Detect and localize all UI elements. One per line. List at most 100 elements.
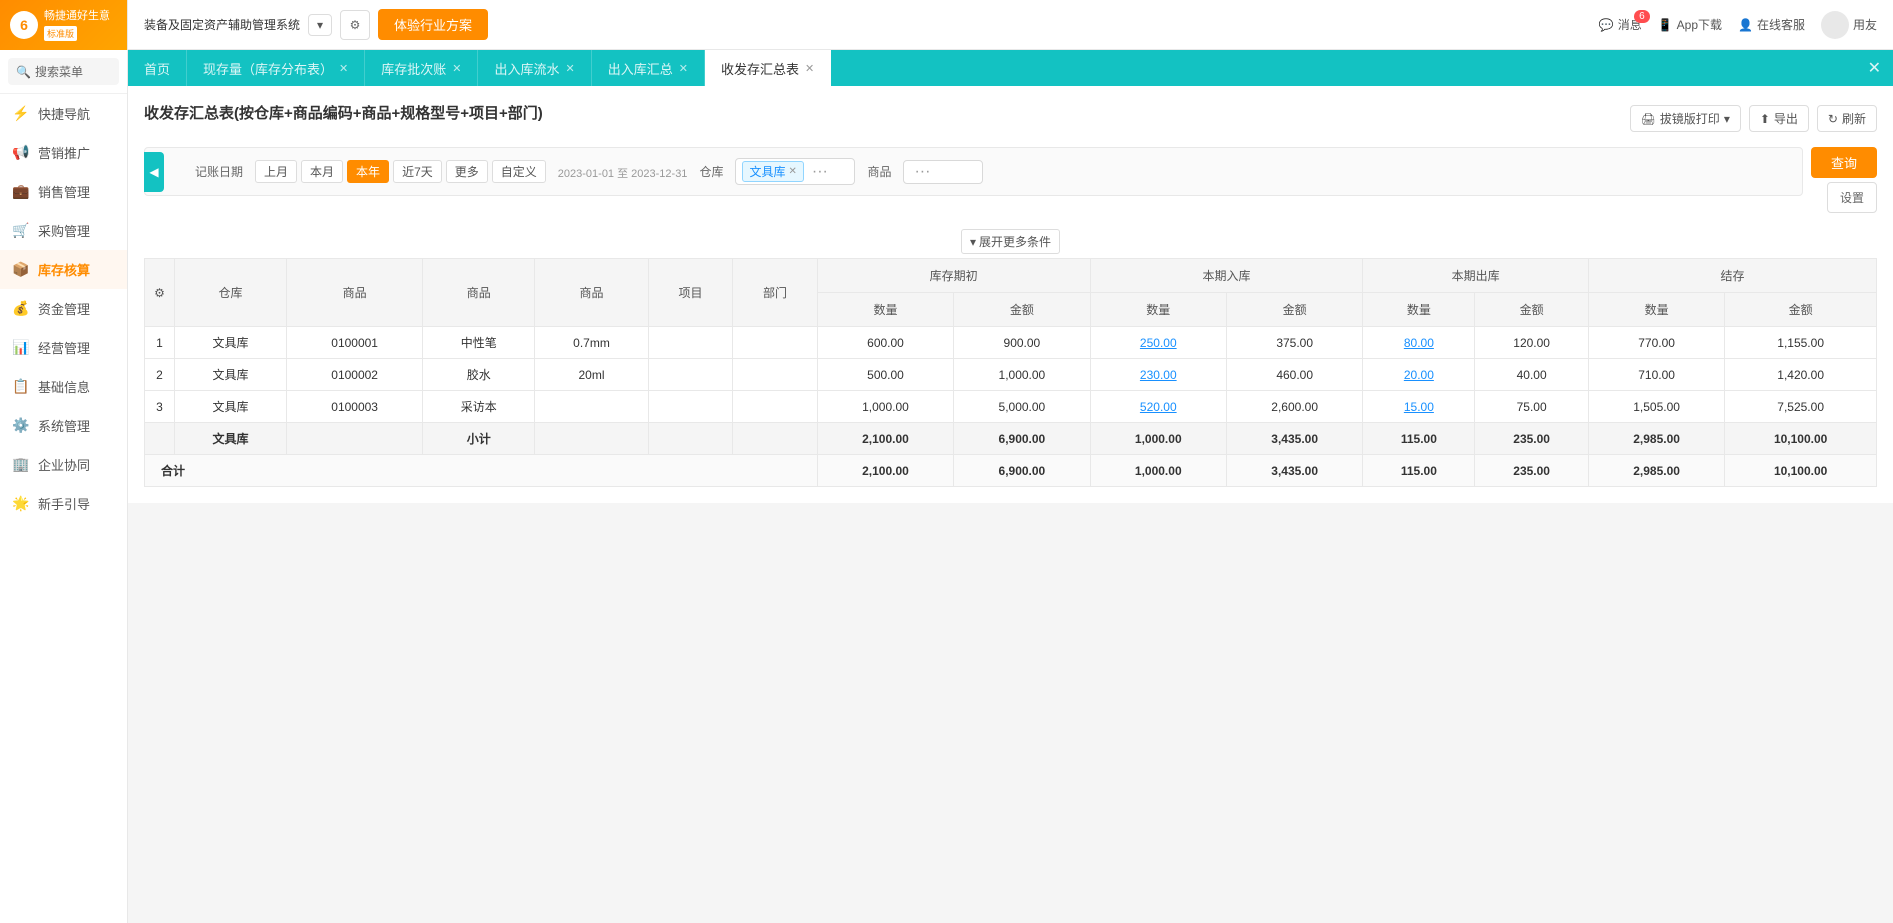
cell-open-amt: 900.00 [954,327,1090,359]
filter-toggle-button[interactable]: ◀ [144,152,164,192]
sidebar-item-label: 系统管理 [38,416,90,435]
th-code: 商品 [286,259,422,327]
th-opening-amt: 金额 [954,293,1090,327]
trial-button[interactable]: 体验行业方案 [378,9,488,40]
cell-out-qty[interactable]: 20.00 [1363,359,1475,391]
sidebar-item-sales[interactable]: 💼 销售管理 [0,172,127,211]
cell-code: 0100003 [286,391,422,423]
settings-button[interactable]: ⚙ [340,10,370,40]
cell-open-amt: 6,900.00 [954,423,1090,455]
cell-in-qty[interactable]: 230.00 [1090,359,1226,391]
cell-no: 3 [145,391,175,423]
sidebar-item-inventory[interactable]: 📦 库存核算 [0,250,127,289]
goods-filter[interactable]: ··· [903,160,983,184]
search-icon: 🔍 [16,65,31,79]
footer-in-amt: 3,435.00 [1226,455,1362,487]
settings-icon: ⚙ [350,18,361,32]
expand-conditions-button[interactable]: ▾ 展开更多条件 [961,229,1060,254]
print-button[interactable]: 🖨 拔镜版打印 ▾ [1630,105,1741,132]
sidebar-item-basic-info[interactable]: 📋 基础信息 [0,367,127,406]
tab-in-out-flow-close[interactable]: ✕ [566,62,575,75]
logo-tag: 标准版 [44,26,77,41]
sidebar-item-enterprise[interactable]: 🏢 企业协同 [0,445,127,484]
system-name: 装备及固定资产辅助管理系统 [144,16,300,33]
cell-in-amt: 2,600.00 [1226,391,1362,423]
tab-in-out-flow[interactable]: 出入库流水 ✕ [478,50,591,86]
sidebar-item-marketing[interactable]: 📢 营销推广 [0,133,127,172]
tab-inventory-dist[interactable]: 现存量（库存分布表） ✕ [187,50,365,86]
cell-in-amt: 460.00 [1226,359,1362,391]
cell-out-qty[interactable]: 80.00 [1363,327,1475,359]
query-button[interactable]: 查询 [1811,147,1877,178]
cell-out-amt: 235.00 [1475,423,1589,455]
tab-batch-account-close[interactable]: ✕ [452,62,461,75]
logo-text: 畅捷通好生意 [44,9,110,23]
warehouse-tag-close[interactable]: ✕ [788,166,796,177]
cell-out-qty[interactable]: 15.00 [1363,391,1475,423]
warehouse-filter[interactable]: 文具库 ✕ ··· [735,158,855,185]
cell-open-qty: 1,000.00 [817,391,953,423]
goods-more[interactable]: ··· [910,163,934,181]
column-setting-button[interactable]: 设置 [1827,182,1877,213]
tab-in-out-summary-close[interactable]: ✕ [679,62,688,75]
user-label: 用友 [1853,16,1877,33]
cell-open-qty: 600.00 [817,327,953,359]
main-wrapper: 装备及固定资产辅助管理系统 ▾ ⚙ 体验行业方案 💬 消息 6 📱 App下载 … [128,0,1893,923]
th-spec: 商品 [535,259,648,327]
cell-out-amt: 75.00 [1475,391,1589,423]
sidebar-item-purchase[interactable]: 🛒 采购管理 [0,211,127,250]
footer-open-amt: 6,900.00 [954,455,1090,487]
th-group-opening: 库存期初 [817,259,1090,293]
tab-inventory-dist-close[interactable]: ✕ [339,62,348,75]
th-warehouse: 仓库 [175,259,287,327]
sidebar-item-quick-nav[interactable]: ⚡ 快捷导航 [0,94,127,133]
cell-project [648,391,733,423]
sidebar-item-label: 经营管理 [38,338,90,357]
th-settings[interactable]: ⚙ [145,259,175,327]
th-group-closing: 结存 [1588,259,1876,293]
date-btn-this-month[interactable]: 本月 [301,160,343,183]
sidebar-item-system[interactable]: ⚙️ 系统管理 [0,406,127,445]
online-service-button[interactable]: 👤 在线客服 [1738,16,1805,33]
service-icon: 👤 [1738,18,1753,32]
tab-home[interactable]: 首页 [128,50,187,86]
cell-project [648,423,733,455]
sidebar-item-guide[interactable]: 🌟 新手引导 [0,484,127,523]
user-menu[interactable]: 用友 [1821,11,1877,39]
tab-receipt-summary[interactable]: 收发存汇总表 ✕ [705,50,831,86]
cell-out-qty: 115.00 [1363,423,1475,455]
date-btn-more[interactable]: 更多 [446,160,488,183]
warehouse-more[interactable]: ··· [808,163,832,181]
date-btn-7days[interactable]: 近7天 [393,160,442,183]
sidebar-item-label: 库存核算 [38,260,90,279]
tab-inventory-dist-label: 现存量（库存分布表） [203,59,333,78]
date-btn-this-year[interactable]: 本年 [347,160,389,183]
cell-project [648,359,733,391]
cell-warehouse: 文具库 [175,327,287,359]
sidebar-item-operations[interactable]: 📊 经营管理 [0,328,127,367]
cell-dept [733,423,818,455]
notification-button[interactable]: 💬 消息 6 [1599,16,1642,33]
quick-nav-icon: ⚡ [12,105,30,123]
export-button[interactable]: ⬆ 导出 [1749,105,1809,132]
tab-in-out-summary[interactable]: 出入库汇总 ✕ [592,50,705,86]
logo-icon: 6 [10,11,38,39]
app-download-button[interactable]: 📱 App下载 [1658,16,1722,33]
system-dropdown-button[interactable]: ▾ [308,14,332,36]
sidebar-item-finance[interactable]: 💰 资金管理 [0,289,127,328]
refresh-button[interactable]: ↻ 刷新 [1817,105,1877,132]
notification-badge: 6 [1634,10,1650,23]
cell-in-qty[interactable]: 250.00 [1090,327,1226,359]
tab-bar-close[interactable]: ✕ [1856,50,1893,86]
cell-in-qty[interactable]: 520.00 [1090,391,1226,423]
date-btn-last-month[interactable]: 上月 [255,160,297,183]
tab-receipt-summary-close[interactable]: ✕ [805,62,814,75]
filter-section: ◀ 记账日期 上月 本月 本年 近7天 更多 自定义 2023-01-01 至 … [144,147,1803,196]
sidebar-item-label: 资金管理 [38,299,90,318]
tab-batch-account[interactable]: 库存批次账 ✕ [365,50,478,86]
date-btn-custom[interactable]: 自定义 [492,160,546,183]
cell-in-amt: 3,435.00 [1226,423,1362,455]
search-menu-button[interactable]: 🔍 搜索菜单 [8,58,119,85]
th-out-qty: 数量 [1363,293,1475,327]
sidebar-item-label: 基础信息 [38,377,90,396]
